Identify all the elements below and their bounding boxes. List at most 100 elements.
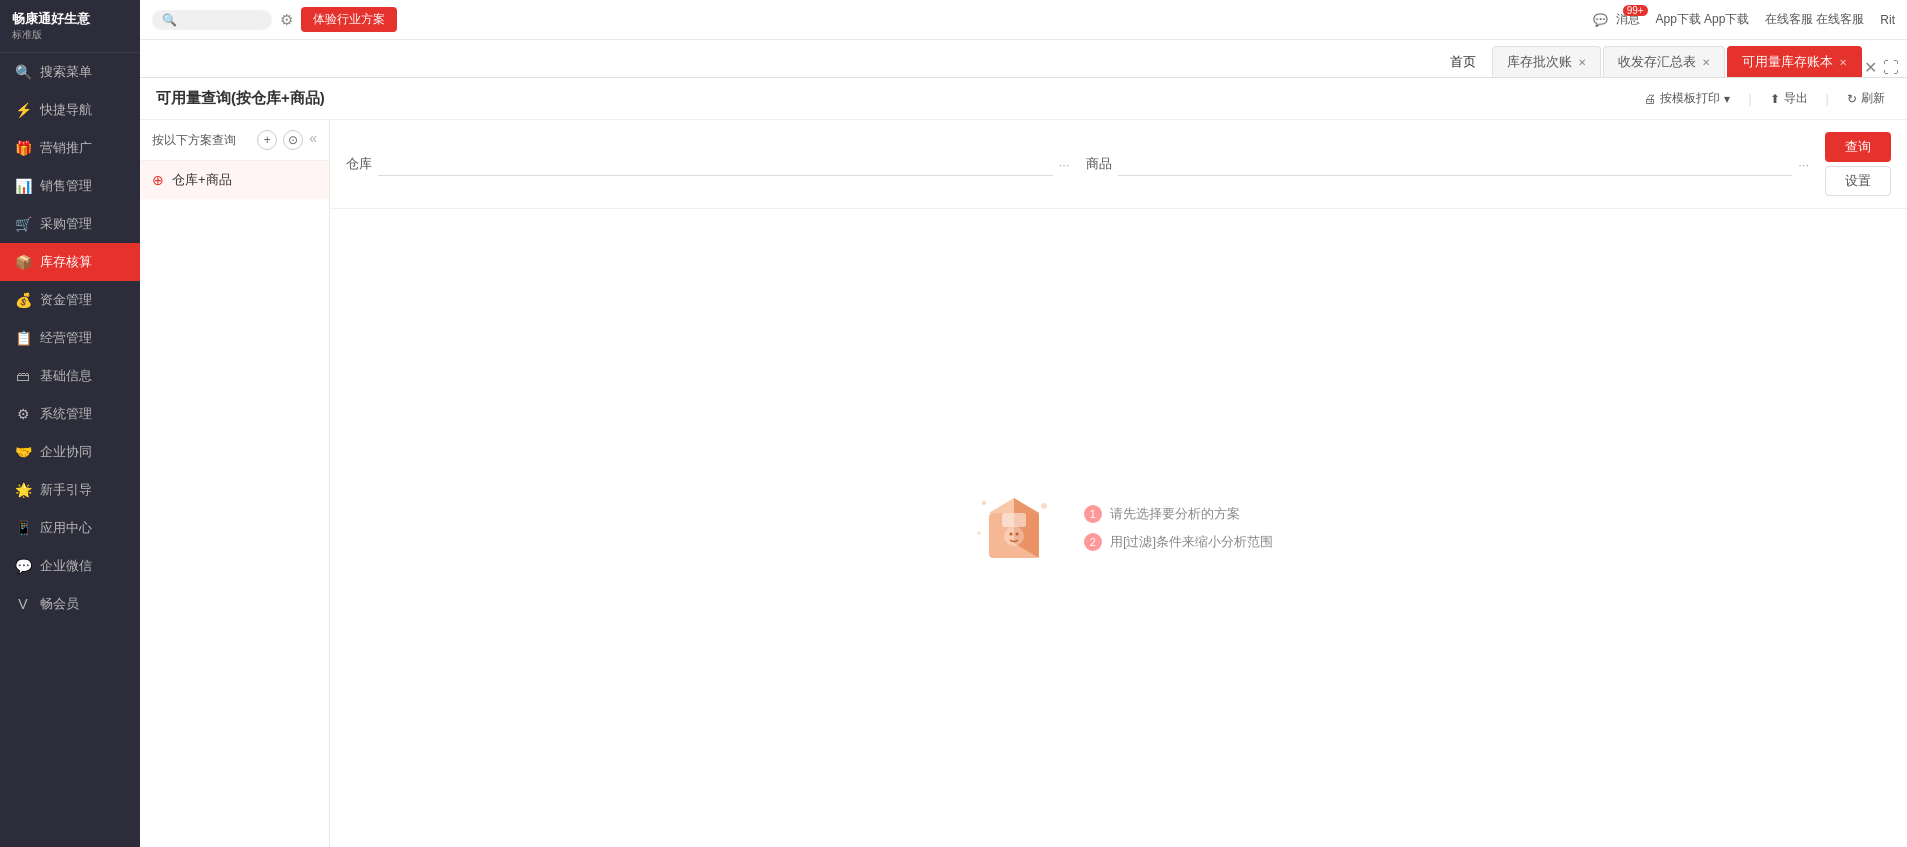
sidebar-label-membership: 畅会员 [40,595,79,613]
tab-receive-summary[interactable]: 收发存汇总表 ✕ [1603,46,1725,77]
sidebar-item-basic[interactable]: 🗃 基础信息 [0,357,140,395]
hint-text-1: 请先选择要分析的方案 [1110,505,1240,523]
divider2: | [1826,91,1829,106]
online-service-link[interactable]: 在线客服在线客服 [1765,11,1864,28]
app-download-text: App下载 [1704,11,1749,28]
svg-point-4 [1004,526,1024,546]
svg-point-5 [1009,533,1012,536]
tab-close-available-ledger[interactable]: ✕ [1839,57,1847,68]
sidebar-item-finance[interactable]: 💰 资金管理 [0,281,140,319]
settings-button[interactable]: 设置 [1825,166,1891,196]
sidebar-icon-enterprise: 🤝 [14,444,32,460]
filter-item-warehouse-product[interactable]: ⊕ 仓库+商品 [140,161,329,199]
sidebar-label-shortcuts: 快捷导航 [40,101,92,119]
query-button[interactable]: 查询 [1825,132,1891,162]
search-icon: 🔍 [162,13,177,27]
app-download-link[interactable]: App下载App下载 [1656,11,1750,28]
toolbar-right: 🖨 按模板打印 ▾ | ⬆ 导出 | ↻ 刷新 [1638,86,1891,111]
query-btn-group: 查询 设置 [1825,132,1891,196]
sidebar-item-shortcuts[interactable]: ⚡ 快捷导航 [0,91,140,129]
svg-point-8 [1041,503,1047,509]
sidebar-label-purchase: 采购管理 [40,215,92,233]
product-label: 商品 [1086,155,1112,173]
query-area: 仓库 ··· 商品 ··· 查询 设置 [330,120,1907,847]
warehouse-input[interactable] [378,152,1053,176]
tab-label-available-ledger: 可用量库存账本 [1742,53,1833,71]
sidebar-item-wechat[interactable]: 💬 企业微信 [0,547,140,585]
tab-available-ledger[interactable]: 可用量库存账本 ✕ [1727,46,1862,77]
tab-close-receive-summary[interactable]: ✕ [1702,57,1710,68]
message-icon: 💬 [1593,13,1608,27]
sidebar-item-membership[interactable]: V 畅会员 [0,585,140,623]
tab-home[interactable]: 首页 [1436,47,1490,77]
close-window-button[interactable]: ✕ [1864,58,1877,77]
sidebar-icon-wechat: 💬 [14,558,32,574]
filter-item-label: 仓库+商品 [172,171,232,189]
industry-solution-button[interactable]: 体验行业方案 [301,7,397,32]
warehouse-label: 仓库 [346,155,372,173]
print-dropdown-icon: ▾ [1724,92,1730,106]
sidebar: 畅康通好生意 标准版 🔍 搜索菜单 ⚡ 快捷导航 🎁 营销推广 📊 销售管理 🛒… [0,0,140,847]
sidebar-logo: 畅康通好生意 标准版 [0,0,140,53]
hint-text-2: 用[过滤]条件来缩小分析范围 [1110,533,1273,551]
sidebar-label-inventory: 库存核算 [40,253,92,271]
sidebar-icon-operations: 📋 [14,330,32,346]
topbar: 🔍 ⚙ 体验行业方案 💬 99+ 消息 App下载App下载 在线客服在线客服 … [140,0,1907,40]
page-title: 可用量查询(按仓库+商品) [156,89,325,108]
sidebar-label-app-center: 应用中心 [40,519,92,537]
tab-label-batch-ledger: 库存批次账 [1507,53,1572,71]
product-input[interactable] [1118,152,1793,176]
export-button[interactable]: ⬆ 导出 [1764,86,1814,111]
tabbar: 首页库存批次账 ✕ 收发存汇总表 ✕ 可用量库存账本 ✕ ✕ ⛶ [140,40,1907,78]
sidebar-item-app-center[interactable]: 📱 应用中心 [0,509,140,547]
topbar-search[interactable]: 🔍 [152,10,272,30]
sidebar-icon-finance: 💰 [14,292,32,308]
svg-point-7 [982,501,986,505]
sidebar-item-onboarding[interactable]: 🌟 新手引导 [0,471,140,509]
filter-header: 按以下方案查询 + ⊙ « [140,120,329,161]
tab-batch-ledger[interactable]: 库存批次账 ✕ [1492,46,1601,77]
sidebar-item-sales[interactable]: 📊 销售管理 [0,167,140,205]
product-field-group: 商品 ··· [1086,152,1810,176]
message-badge: 99+ [1623,5,1648,16]
hint-num-2: 2 [1084,533,1102,551]
sidebar-label-search: 搜索菜单 [40,63,92,81]
sidebar-icon-membership: V [14,596,32,612]
tab-label-receive-summary: 收发存汇总表 [1618,53,1696,71]
expand-window-button[interactable]: ⛶ [1883,59,1899,77]
sidebar-item-inventory[interactable]: 📦 库存核算 [0,243,140,281]
message-icon-wrap[interactable]: 💬 99+ 消息 [1593,11,1640,28]
export-icon: ⬆ [1770,92,1780,106]
app-edition: 标准版 [12,28,128,42]
user-name[interactable]: Rit [1880,13,1895,27]
filter-settings-button[interactable]: ⊙ [283,130,303,150]
print-button[interactable]: 🖨 按模板打印 ▾ [1638,86,1736,111]
sidebar-icon-marketing: 🎁 [14,140,32,156]
product-more-icon[interactable]: ··· [1798,157,1809,172]
refresh-button[interactable]: ↻ 刷新 [1841,86,1891,111]
sidebar-icon-system: ⚙ [14,406,32,422]
hint-item-1: 1 请先选择要分析的方案 [1084,505,1273,523]
refresh-icon: ↻ [1847,92,1857,106]
content-area: 按以下方案查询 + ⊙ « ⊕ 仓库+商品 仓库 ··· [140,120,1907,847]
svg-rect-3 [1002,513,1026,527]
gear-icon[interactable]: ⚙ [280,11,293,29]
print-icon: 🖨 [1644,92,1656,106]
window-controls: ✕ ⛶ [1864,58,1907,77]
app-name: 畅康通好生意 [12,10,128,28]
empty-hints: 1 请先选择要分析的方案 2 用[过滤]条件来缩小分析范围 [1084,505,1273,551]
sidebar-item-enterprise[interactable]: 🤝 企业协同 [0,433,140,471]
sidebar-item-search[interactable]: 🔍 搜索菜单 [0,53,140,91]
online-service-text: 在线客服 [1816,11,1864,28]
sidebar-item-marketing[interactable]: 🎁 营销推广 [0,129,140,167]
add-filter-button[interactable]: + [257,130,277,150]
sidebar-item-purchase[interactable]: 🛒 采购管理 [0,205,140,243]
sidebar-icon-purchase: 🛒 [14,216,32,232]
sidebar-label-onboarding: 新手引导 [40,481,92,499]
warehouse-more-icon[interactable]: ··· [1059,157,1070,172]
tab-close-batch-ledger[interactable]: ✕ [1578,57,1586,68]
sidebar-item-system[interactable]: ⚙ 系统管理 [0,395,140,433]
filter-collapse-button[interactable]: « [309,130,317,150]
sidebar-icon-basic: 🗃 [14,368,32,384]
sidebar-item-operations[interactable]: 📋 经营管理 [0,319,140,357]
